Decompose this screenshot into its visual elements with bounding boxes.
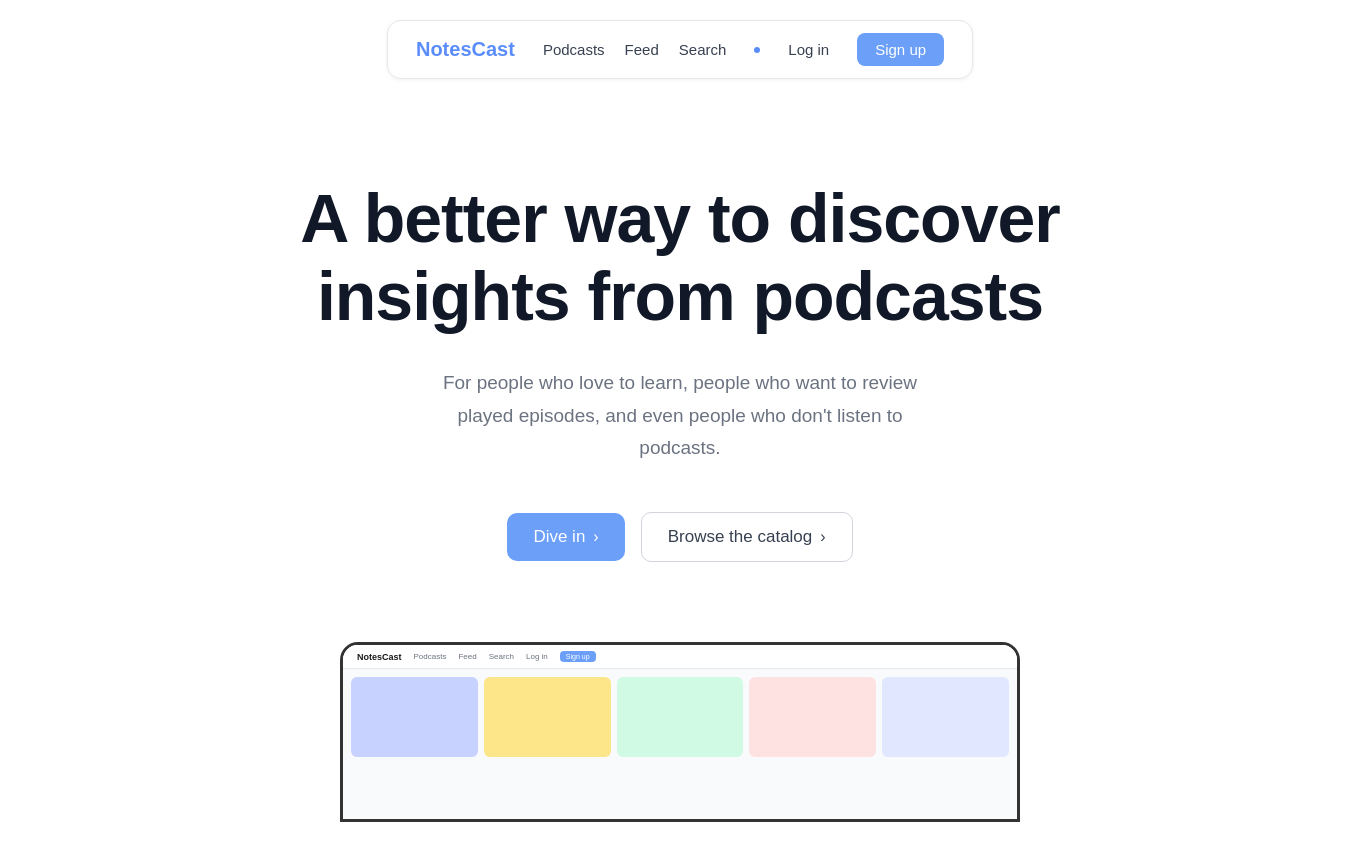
browse-catalog-button[interactable]: Browse the catalog › xyxy=(641,512,853,562)
nav-links: Podcasts Feed Search xyxy=(543,41,726,58)
navbar: NotesCast Podcasts Feed Search Log in Si… xyxy=(387,20,973,79)
signup-button[interactable]: Sign up xyxy=(857,33,944,66)
dive-in-label: Dive in xyxy=(533,527,585,547)
screen-signup: Sign up xyxy=(560,651,596,662)
screen-nav-feed: Feed xyxy=(458,652,476,661)
device-screen: NotesCast Podcasts Feed Search Log in Si… xyxy=(343,645,1017,819)
screen-content xyxy=(343,669,1017,819)
navbar-wrapper: NotesCast Podcasts Feed Search Log in Si… xyxy=(0,0,1360,99)
device-frame: NotesCast Podcasts Feed Search Log in Si… xyxy=(340,642,1020,822)
screen-logo: NotesCast xyxy=(357,652,402,662)
hero-buttons: Dive in › Browse the catalog › xyxy=(507,512,852,562)
nav-link-podcasts[interactable]: Podcasts xyxy=(543,41,605,58)
screen-card-4 xyxy=(749,677,876,757)
screen-nav-login: Log in xyxy=(526,652,548,661)
logo-text: otesCast xyxy=(430,38,514,60)
logo-accent: N xyxy=(416,38,430,60)
nav-link-feed[interactable]: Feed xyxy=(625,41,659,58)
screen-card-1 xyxy=(351,677,478,757)
hero-title-line1: A better way to discover xyxy=(300,180,1060,256)
logo[interactable]: NotesCast xyxy=(416,38,515,61)
screen-nav-search: Search xyxy=(489,652,514,661)
hero-title-line2: insights from podcasts xyxy=(317,258,1043,334)
screen-card-2 xyxy=(484,677,611,757)
nav-status-dot xyxy=(754,47,760,53)
mockup-section: NotesCast Podcasts Feed Search Log in Si… xyxy=(0,622,1360,822)
screen-nav-podcasts: Podcasts xyxy=(414,652,447,661)
chevron-right-icon: › xyxy=(593,528,598,546)
nav-link-search[interactable]: Search xyxy=(679,41,727,58)
dive-in-button[interactable]: Dive in › xyxy=(507,513,624,561)
screen-navbar: NotesCast Podcasts Feed Search Log in Si… xyxy=(343,645,1017,669)
chevron-right-icon-2: › xyxy=(820,528,825,546)
hero-title: A better way to discover insights from p… xyxy=(300,179,1060,335)
hero-subtitle: For people who love to learn, people who… xyxy=(430,367,930,464)
browse-label: Browse the catalog xyxy=(668,527,813,547)
screen-card-3 xyxy=(617,677,744,757)
hero-section: A better way to discover insights from p… xyxy=(0,99,1360,622)
screen-card-5 xyxy=(882,677,1009,757)
login-link[interactable]: Log in xyxy=(788,41,829,58)
